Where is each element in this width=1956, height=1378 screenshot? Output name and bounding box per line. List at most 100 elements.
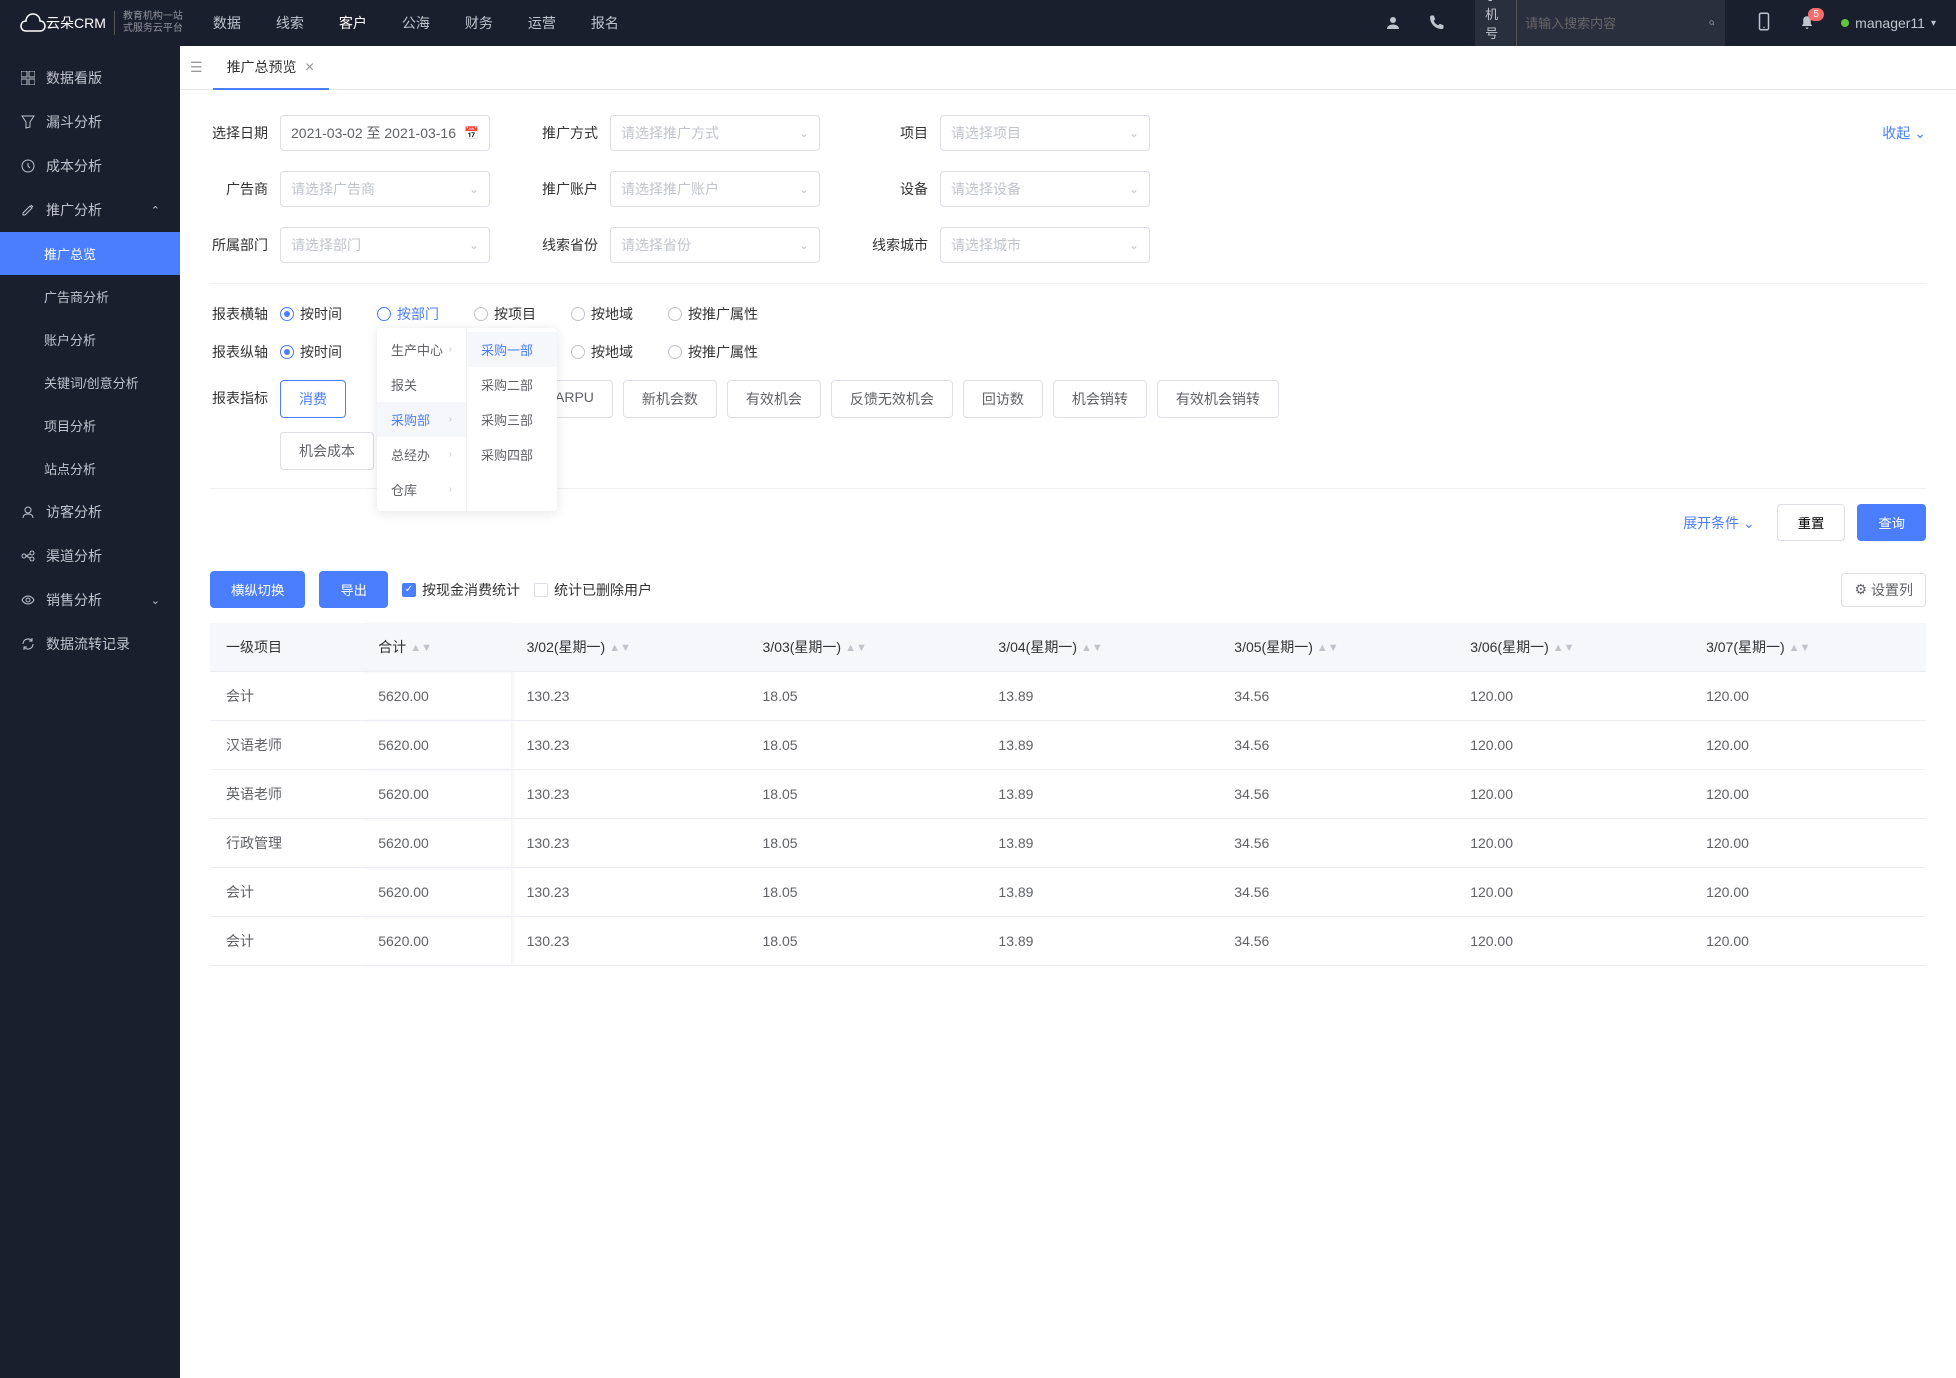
nav-signup[interactable]: 报名 <box>591 13 619 33</box>
radio-h-dept[interactable]: 按部门 生产中心› 报关 采购部› 总经办› 仓库› 采购一部 <box>377 304 439 324</box>
metric-newop[interactable]: 新机会数 <box>623 380 717 418</box>
search-icon[interactable] <box>1709 15 1715 31</box>
dropdown-item[interactable]: 采购部› <box>377 402 466 437</box>
table-row: 汉语老师5620.00130.2318.0513.8934.56120.0012… <box>210 721 1926 770</box>
th-date[interactable]: 3/07(星期一)▲▼ <box>1690 623 1926 672</box>
sidebar-item-keyword[interactable]: 关键词/创意分析 <box>0 361 180 404</box>
th-date[interactable]: 3/02(星期一)▲▼ <box>511 623 747 672</box>
advertiser-select[interactable]: 请选择广告商⌄ <box>280 171 490 207</box>
nav-finance[interactable]: 财务 <box>465 13 493 33</box>
radio-v-promo[interactable]: 按推广属性 <box>668 342 758 362</box>
metric-opcost[interactable]: 机会成本 <box>280 432 374 470</box>
table-cell: 130.23 <box>511 770 747 819</box>
nav-customer[interactable]: 客户 <box>339 13 367 33</box>
sort-icon[interactable]: ▲▼ <box>1081 646 1103 651</box>
dropdown-item[interactable]: 采购四部 <box>467 437 557 472</box>
project-select[interactable]: 请选择项目⌄ <box>940 115 1150 151</box>
sidebar-item-account[interactable]: 账户分析 <box>0 318 180 361</box>
sidebar-item-channel[interactable]: 渠道分析 <box>0 534 180 578</box>
province-select[interactable]: 请选择省份⌄ <box>610 227 820 263</box>
dropdown-item[interactable]: 总经办› <box>377 437 466 472</box>
th-project[interactable]: 一级项目 <box>210 623 362 672</box>
reset-button[interactable]: 重置 <box>1777 504 1846 541</box>
dropdown-col1: 生产中心› 报关 采购部› 总经办› 仓库› <box>377 328 467 511</box>
metric-revisit[interactable]: 回访数 <box>963 380 1043 418</box>
calendar-icon: 📅 <box>464 126 479 140</box>
sidebar-item-project[interactable]: 项目分析 <box>0 404 180 447</box>
sort-icon[interactable]: ▲▼ <box>1789 646 1811 651</box>
dropdown-item[interactable]: 报关 <box>377 367 466 402</box>
account-select[interactable]: 请选择推广账户⌄ <box>610 171 820 207</box>
cloud-icon <box>20 13 46 33</box>
sidebar-item-cost[interactable]: 成本分析 <box>0 144 180 188</box>
th-date[interactable]: 3/06(星期一)▲▼ <box>1454 623 1690 672</box>
person-icon[interactable] <box>1384 14 1402 32</box>
table-cell: 18.05 <box>747 721 983 770</box>
sidebar-item-dashboard[interactable]: 数据看版 <box>0 56 180 100</box>
deleted-stats-checkbox[interactable]: 统计已删除用户 <box>534 580 652 600</box>
radio-h-promo[interactable]: 按推广属性 <box>668 304 758 324</box>
tab-promo-overview[interactable]: 推广总预览 ✕ <box>213 46 329 90</box>
th-date[interactable]: 3/03(星期一)▲▼ <box>747 623 983 672</box>
user-menu[interactable]: manager11 ▾ <box>1841 15 1936 31</box>
sort-icon[interactable]: ▲▼ <box>1317 646 1339 651</box>
nav-operation[interactable]: 运营 <box>528 13 556 33</box>
sort-icon[interactable]: ▲▼ <box>845 646 867 651</box>
dropdown-item[interactable]: 采购三部 <box>467 402 557 437</box>
sidebar-item-advertiser[interactable]: 广告商分析 <box>0 275 180 318</box>
device-select[interactable]: 请选择设备⌄ <box>940 171 1150 207</box>
radio-h-project[interactable]: 按项目 <box>474 304 536 324</box>
mobile-icon[interactable] <box>1755 11 1773 35</box>
query-button[interactable]: 查询 <box>1857 504 1926 541</box>
city-select[interactable]: 请选择城市⌄ <box>940 227 1150 263</box>
sidebar-item-funnel[interactable]: 漏斗分析 <box>0 100 180 144</box>
dropdown-item[interactable]: 采购一部 <box>467 332 557 367</box>
sidebar-item-sales[interactable]: 销售分析⌄ <box>0 578 180 622</box>
metric-consume[interactable]: 消费 <box>280 380 346 418</box>
nav-data[interactable]: 数据 <box>213 13 241 33</box>
phone-icon[interactable] <box>1427 14 1445 32</box>
nav-leads[interactable]: 线索 <box>276 13 304 33</box>
search-input[interactable] <box>1517 16 1709 31</box>
dropdown-item[interactable]: 生产中心› <box>377 332 466 367</box>
th-date[interactable]: 3/05(星期一)▲▼ <box>1218 623 1454 672</box>
sidebar-item-promo-overview[interactable]: 推广总览 <box>0 232 180 275</box>
expand-conditions[interactable]: 展开条件 ⌄ <box>1683 513 1755 533</box>
dropdown-item[interactable]: 仓库› <box>377 472 466 507</box>
sidebar-item-flow[interactable]: 数据流转记录 <box>0 622 180 666</box>
sidebar-item-site[interactable]: 站点分析 <box>0 447 180 490</box>
sort-icon[interactable]: ▲▼ <box>410 646 432 651</box>
date-range-input[interactable]: 2021-03-02 至 2021-03-16📅 <box>280 115 490 151</box>
radio-v-time[interactable]: 按时间 <box>280 342 342 362</box>
cash-stats-checkbox[interactable]: ✓按现金消费统计 <box>402 580 520 600</box>
collapse-link[interactable]: 收起 ⌄ <box>1882 123 1926 143</box>
metric-opconv[interactable]: 机会销转 <box>1053 380 1147 418</box>
metric-validconv[interactable]: 有效机会销转 <box>1157 380 1279 418</box>
metric-invalid[interactable]: 反馈无效机会 <box>831 380 953 418</box>
logo[interactable]: 云朵CRM 教育机构一站 式服务云平台 <box>20 11 183 35</box>
th-date[interactable]: 3/04(星期一)▲▼ <box>982 623 1218 672</box>
table-cell: 120.00 <box>1690 819 1926 868</box>
radio-h-region[interactable]: 按地域 <box>571 304 633 324</box>
table-cell: 120.00 <box>1454 770 1690 819</box>
filter-project: 项目 请选择项目⌄ <box>870 115 1150 151</box>
metric-validop[interactable]: 有效机会 <box>727 380 821 418</box>
sort-icon[interactable]: ▲▼ <box>1553 646 1575 651</box>
radio-h-time[interactable]: 按时间 <box>280 304 342 324</box>
sort-icon[interactable]: ▲▼ <box>609 646 631 651</box>
dropdown-item[interactable]: 采购二部 <box>467 367 557 402</box>
radio-v-region[interactable]: 按地域 <box>571 342 633 362</box>
notifications[interactable]: 5 <box>1798 14 1816 32</box>
close-icon[interactable]: ✕ <box>305 60 315 74</box>
nav-sea[interactable]: 公海 <box>402 13 430 33</box>
export-button[interactable]: 导出 <box>319 571 388 608</box>
method-select[interactable]: 请选择推广方式⌄ <box>610 115 820 151</box>
settings-columns[interactable]: ⚙设置列 <box>1841 573 1926 607</box>
filter-date: 选择日期 2021-03-02 至 2021-03-16📅 <box>210 115 490 151</box>
th-total[interactable]: 合计▲▼ <box>362 623 510 672</box>
sidebar-item-promotion[interactable]: 推广分析⌃ <box>0 188 180 232</box>
toggle-button[interactable]: 横纵切换 <box>210 571 305 608</box>
dept-select[interactable]: 请选择部门⌄ <box>280 227 490 263</box>
sidebar-item-visitor[interactable]: 访客分析 <box>0 490 180 534</box>
hamburger-icon[interactable]: ☰ <box>190 59 203 76</box>
